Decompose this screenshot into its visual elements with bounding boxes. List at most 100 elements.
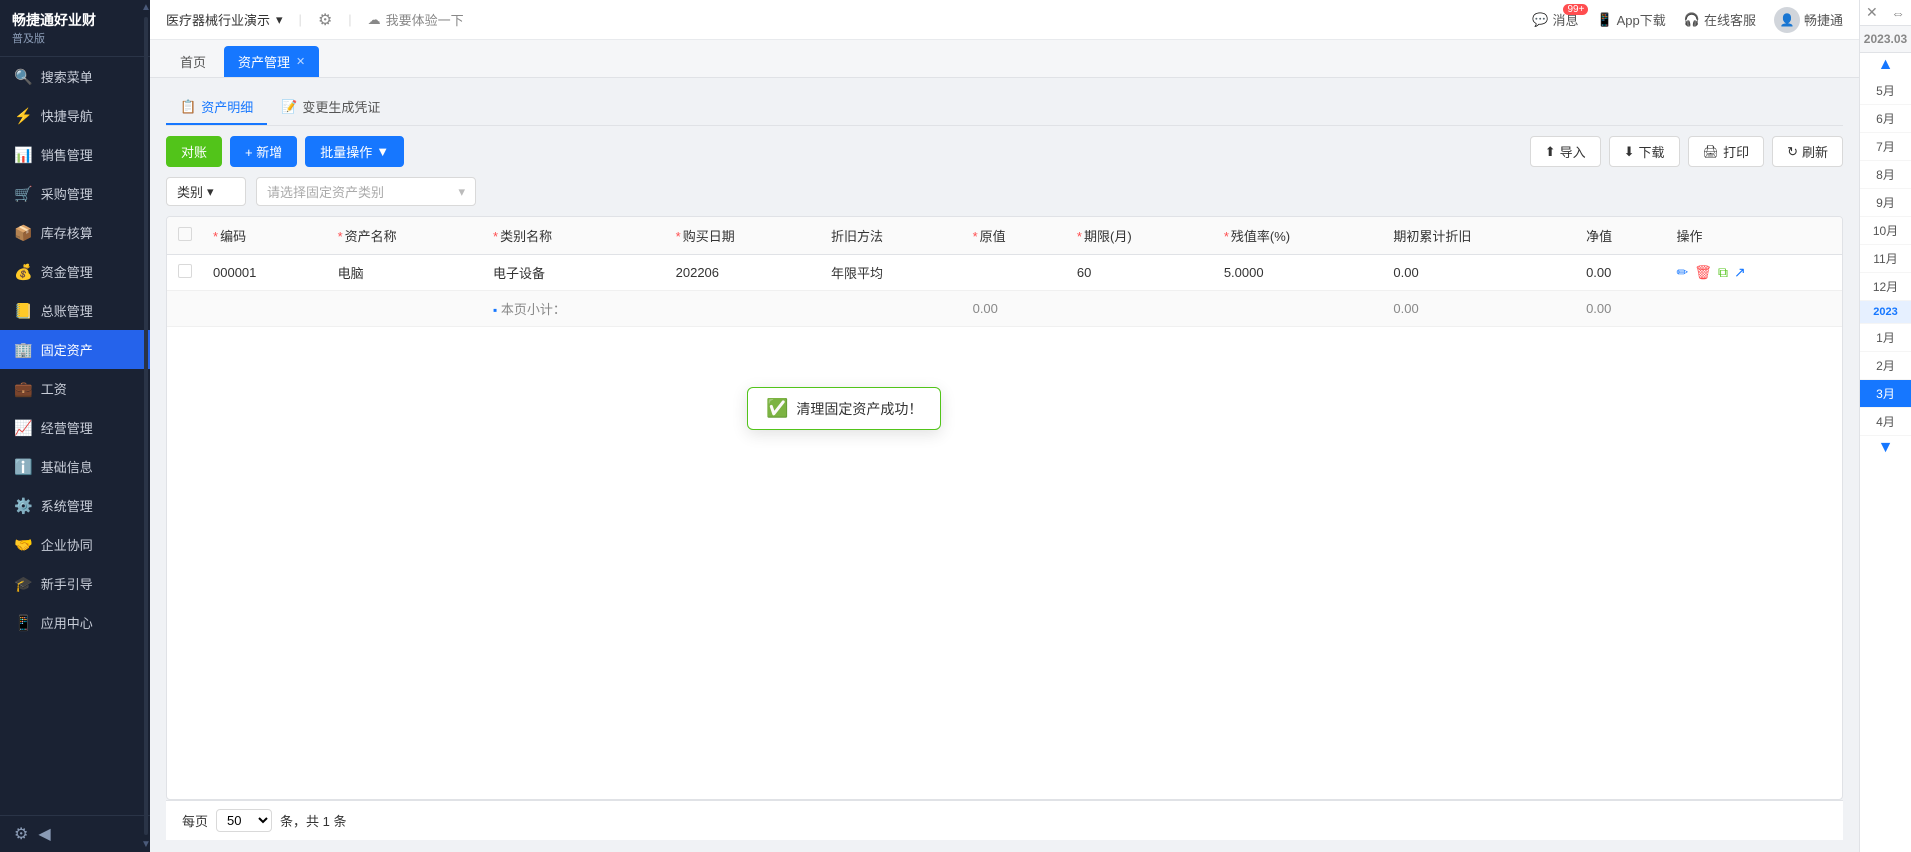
toolbar-right: ⬆ 导入 ⬇ 下载 🖨 打印 ↻ 刷新 (1530, 136, 1843, 167)
calendar-month-7[interactable]: 7月 (1860, 133, 1911, 161)
sidebar-logo: 畅捷通好业财 普及版 (0, 0, 150, 57)
sidebar-item-basic-info[interactable]: ℹ️ 基础信息 (0, 447, 150, 486)
header-checkbox-cell (167, 217, 203, 255)
cell-depreciation-method: 年限平均 (821, 255, 963, 291)
enterprise-icon: 🤝 (14, 536, 33, 554)
sidebar-item-ledger[interactable]: 📒 总账管理 (0, 291, 150, 330)
refresh-button[interactable]: ↻ 刷新 (1772, 136, 1843, 167)
calendar-month-11[interactable]: 11月 (1860, 245, 1911, 273)
edit-button[interactable]: ✏ (1677, 264, 1689, 281)
header-original-value: *原值 (963, 217, 1067, 255)
sidebar-item-inventory[interactable]: 📦 库存核算 (0, 213, 150, 252)
calendar-month-8[interactable]: 8月 (1860, 161, 1911, 189)
header-purchase-date: *购买日期 (666, 217, 821, 255)
filter-row: 类别 ▾ 请选择固定资产类别 ▾ (166, 177, 1843, 206)
message-icon: 💬 (1532, 12, 1548, 28)
sub-tab-voucher-gen[interactable]: 📝 变更生成凭证 (267, 90, 394, 125)
toolbar: 对账 + 新增 批量操作 ▼ ⬆ 导入 ⬇ 下载 🖨 打 (166, 136, 1843, 167)
company-dropdown-icon: ▾ (276, 12, 283, 28)
batch-dropdown-icon: ▼ (376, 144, 389, 159)
sidebar-item-label: 工资 (41, 379, 67, 398)
sidebar-item-tutorial[interactable]: 🎓 新手引导 (0, 564, 150, 603)
avatar: 👤 (1774, 7, 1800, 33)
sidebar-item-system[interactable]: ⚙️ 系统管理 (0, 486, 150, 525)
calendar-month-6[interactable]: 6月 (1860, 105, 1911, 133)
per-page-select[interactable]: 50 10 20 100 (216, 809, 272, 832)
subtotal-row: ▪ 本页小计： 0.00 0.00 0.00 (167, 291, 1842, 327)
tab-asset-mgmt[interactable]: 资产管理 ✕ (224, 46, 319, 77)
tab-close-icon[interactable]: ✕ (296, 55, 305, 68)
sidebar-item-fixed-assets[interactable]: 🏢 固定资产 (0, 330, 150, 369)
sub-tab-asset-detail[interactable]: 📋 资产明细 (166, 90, 267, 125)
sidebar-item-salary[interactable]: 💼 工资 (0, 369, 150, 408)
header-residual-rate: *残值率(%) (1214, 217, 1384, 255)
copy-button[interactable]: ⧉ (1718, 264, 1728, 281)
salary-icon: 💼 (14, 380, 33, 398)
subtotal-net: 0.00 (1576, 291, 1666, 327)
calendar-close-icon[interactable]: ✕ (1866, 4, 1878, 21)
sidebar-scroll-up[interactable]: ▲ (139, 0, 153, 15)
messages-button[interactable]: 💬 消息 99+ (1532, 10, 1578, 29)
calendar-expand-icon[interactable]: ⇔ (1891, 5, 1905, 21)
calendar-month-2[interactable]: 2月 (1860, 352, 1911, 380)
sidebar-item-enterprise[interactable]: 🤝 企业协同 (0, 525, 150, 564)
delete-button[interactable]: 🗑 (1694, 264, 1712, 281)
select-all-checkbox[interactable] (178, 227, 192, 241)
settings-gear-icon[interactable]: ⚙ (318, 10, 332, 30)
service-icon: 🎧 (1684, 12, 1700, 28)
category-input[interactable]: 请选择固定资产类别 ▾ (256, 177, 476, 206)
sidebar-item-capital[interactable]: 💰 资金管理 (0, 252, 150, 291)
calendar-month-12[interactable]: 12月 (1860, 273, 1911, 301)
category-placeholder: 请选择固定资产类别 (267, 182, 384, 201)
calendar-down-button[interactable]: ▼ (1860, 436, 1911, 460)
new-button[interactable]: + 新增 (230, 136, 297, 167)
sidebar-item-operations[interactable]: 📈 经营管理 (0, 408, 150, 447)
calendar-month-1[interactable]: 1月 (1860, 324, 1911, 352)
calendar-up-button[interactable]: ▲ (1860, 53, 1911, 77)
online-service-button[interactable]: 🎧 在线客服 (1684, 10, 1756, 29)
table-header-row: *编码 *资产名称 *类别名称 *购买日期 折旧方法 *原值 *期限(月) *残… (167, 217, 1842, 255)
sidebar-item-sales[interactable]: 📊 销售管理 (0, 135, 150, 174)
topbar-right: 💬 消息 99+ 📱 App下载 🎧 在线客服 👤 畅捷通 (1532, 7, 1843, 33)
experience-button[interactable]: ☁ 我要体验一下 (368, 10, 464, 29)
category-dropdown-icon: ▾ (207, 184, 214, 200)
calendar-month-10[interactable]: 10月 (1860, 217, 1911, 245)
sidebar-item-label: 固定资产 (41, 340, 93, 359)
sidebar-item-quick-nav[interactable]: ⚡ 快捷导航 (0, 96, 150, 135)
total-label: 条，共 1 条 (280, 811, 346, 830)
collapse-icon[interactable]: ◀ (38, 824, 50, 844)
import-icon: ⬆ (1545, 144, 1556, 160)
calendar-month-3-current[interactable]: 3月 (1860, 380, 1911, 408)
calendar-month-4[interactable]: 4月 (1860, 408, 1911, 436)
app-title: 畅捷通好业财 (12, 10, 138, 30)
user-menu[interactable]: 👤 畅捷通 (1774, 7, 1843, 33)
import-button[interactable]: ⬆ 导入 (1530, 136, 1601, 167)
sidebar-scroll-down[interactable]: ▼ (139, 837, 153, 852)
category-select[interactable]: 类别 ▾ (166, 177, 246, 206)
category-label: 类别 (177, 182, 203, 201)
tab-home[interactable]: 首页 (166, 46, 220, 77)
calendar-year-2023[interactable]: 2023 (1860, 301, 1911, 324)
topbar: 医疗器械行业演示 ▾ | ⚙ | ☁ 我要体验一下 💬 消息 99+ 📱 App… (150, 0, 1859, 40)
app-download-button[interactable]: 📱 App下载 (1596, 10, 1665, 29)
company-selector[interactable]: 医疗器械行业演示 ▾ (166, 10, 283, 29)
sidebar-item-search[interactable]: 🔍 搜索菜单 (0, 57, 150, 96)
sidebar-item-label: 快捷导航 (41, 106, 93, 125)
download-button[interactable]: ⬇ 下载 (1609, 136, 1680, 167)
calendar-month-9[interactable]: 9月 (1860, 189, 1911, 217)
reconcile-button[interactable]: 对账 (166, 136, 222, 167)
header-net-value: 净值 (1576, 217, 1666, 255)
sidebar-item-purchase[interactable]: 🛒 采购管理 (0, 174, 150, 213)
sidebar-item-label: 采购管理 (41, 184, 93, 203)
more-button[interactable]: ↗ (1734, 264, 1746, 281)
calendar-close-row: ✕ ⇔ (1860, 0, 1911, 26)
settings-icon[interactable]: ⚙ (14, 824, 28, 844)
row-checkbox[interactable] (178, 264, 192, 278)
calendar-month-5[interactable]: 5月 (1860, 77, 1911, 105)
sidebar-item-app-center[interactable]: 📱 应用中心 (0, 603, 150, 642)
refresh-icon: ↻ (1787, 144, 1798, 160)
inventory-icon: 📦 (14, 224, 33, 242)
quick-nav-icon: ⚡ (14, 107, 33, 125)
batch-button[interactable]: 批量操作 ▼ (305, 136, 404, 167)
print-button[interactable]: 🖨 打印 (1688, 136, 1765, 167)
